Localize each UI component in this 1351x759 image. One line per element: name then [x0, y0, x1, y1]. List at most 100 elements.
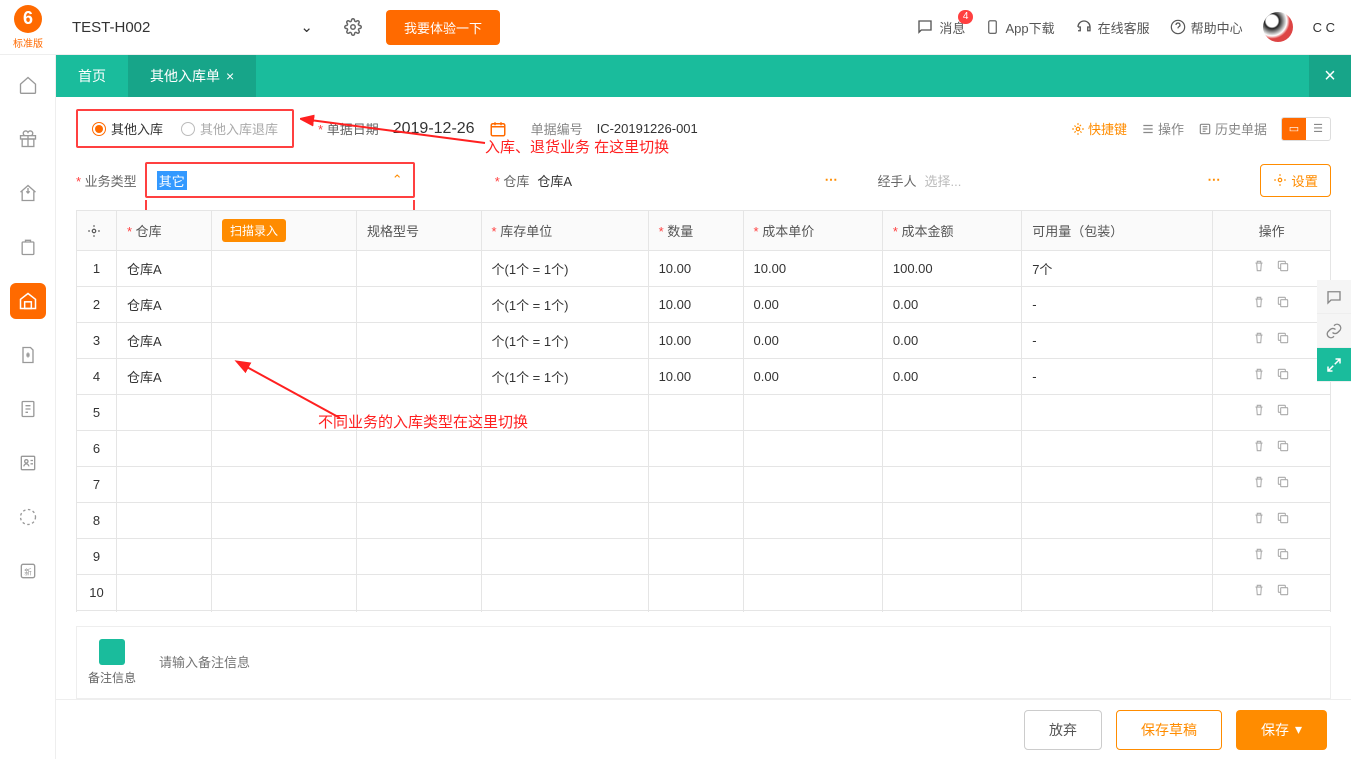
message-icon — [916, 18, 934, 36]
nav-report-icon[interactable] — [10, 391, 46, 427]
copy-icon[interactable] — [1276, 367, 1292, 383]
table-row[interactable]: 4仓库A个(1个 = 1个)10.000.000.00- — [77, 359, 1331, 395]
delete-icon[interactable] — [1252, 295, 1268, 311]
service-link[interactable]: 在线客服 — [1075, 18, 1150, 37]
gear-icon[interactable] — [344, 18, 362, 36]
save-draft-button[interactable]: 保存草稿 — [1116, 710, 1222, 750]
col-price: 成本单价 — [743, 211, 882, 251]
tab-other-inbound[interactable]: 其他入库单 × — [128, 55, 256, 97]
shortcut-link[interactable]: 快捷键 — [1071, 119, 1127, 138]
tab-home[interactable]: 首页 — [56, 55, 128, 97]
table-row[interactable]: 5 — [77, 395, 1331, 431]
col-amount: 成本金额 — [882, 211, 1021, 251]
nav-inventory-icon[interactable] — [10, 283, 46, 319]
nav-home-icon[interactable] — [10, 67, 46, 103]
user-avatar[interactable] — [1263, 12, 1293, 42]
copy-icon[interactable] — [1276, 331, 1292, 347]
message-badge: 4 — [958, 10, 974, 24]
copy-icon[interactable] — [1276, 403, 1292, 419]
rt-link-icon[interactable] — [1317, 314, 1351, 348]
rt-expand-icon[interactable] — [1317, 348, 1351, 382]
handler-select[interactable]: 选择... — [925, 171, 962, 190]
discard-button[interactable]: 放弃 — [1024, 710, 1102, 750]
delete-icon[interactable] — [1252, 547, 1268, 563]
table-row[interactable]: 8 — [77, 503, 1331, 539]
date-value[interactable]: 2019-12-26 — [393, 120, 475, 138]
notes-icon — [99, 639, 125, 665]
logo-icon: 6 — [14, 5, 42, 33]
doc-number-value: IC-20191226-001 — [597, 121, 698, 136]
remarks-input[interactable] — [147, 627, 1330, 698]
left-sidebar: 新 — [0, 55, 56, 759]
right-toolbar — [1317, 280, 1351, 382]
help-link[interactable]: 帮助中心 — [1170, 18, 1243, 37]
nav-settings-icon[interactable] — [10, 499, 46, 535]
table-row[interactable]: 1仓库A个(1个 = 1个)10.0010.00100.007个 — [77, 251, 1331, 287]
copy-icon[interactable] — [1276, 439, 1292, 455]
delete-icon[interactable] — [1252, 583, 1268, 599]
rt-chat-icon[interactable] — [1317, 280, 1351, 314]
copy-icon[interactable] — [1276, 511, 1292, 527]
more-icon[interactable]: ⋯ — [825, 172, 838, 188]
operate-link[interactable]: 操作 — [1141, 119, 1184, 138]
delete-icon[interactable] — [1252, 439, 1268, 455]
delete-icon[interactable] — [1252, 259, 1268, 275]
copy-icon[interactable] — [1276, 295, 1292, 311]
radio-inbound[interactable]: 其他入库 — [92, 119, 163, 138]
save-button[interactable]: 保存 ▾ — [1236, 710, 1327, 750]
company-selector[interactable]: TEST-H002 ⌄ — [72, 18, 332, 36]
col-action: 操作 — [1213, 211, 1331, 251]
table-gear-header[interactable] — [77, 211, 117, 251]
dropdown-option[interactable]: 盘盈 — [147, 200, 413, 210]
radio-return[interactable]: 其他入库退库 — [181, 119, 278, 138]
view-list-button[interactable]: ☰ — [1306, 118, 1330, 140]
table-row[interactable]: 11 — [77, 611, 1331, 613]
trial-button[interactable]: 我要体验一下 — [386, 10, 500, 45]
delete-icon[interactable] — [1252, 331, 1268, 347]
app-download-link[interactable]: App下载 — [985, 18, 1054, 37]
col-avail: 可用量（包装） — [1022, 211, 1213, 251]
delete-icon[interactable] — [1252, 511, 1268, 527]
scan-button[interactable]: 扫描录入 — [222, 219, 286, 242]
nav-contacts-icon[interactable] — [10, 445, 46, 481]
table-row[interactable]: 6 — [77, 431, 1331, 467]
radio-checked-icon — [92, 122, 106, 136]
more-icon[interactable]: ⋯ — [1207, 172, 1220, 188]
calendar-icon[interactable] — [489, 120, 507, 138]
nav-sales-icon[interactable] — [10, 229, 46, 265]
radio-unchecked-icon — [181, 122, 195, 136]
brand-logo: 6 标准版 — [0, 5, 56, 50]
close-icon[interactable]: × — [226, 68, 234, 84]
table-row[interactable]: 9 — [77, 539, 1331, 575]
top-header: 6 标准版 TEST-H002 ⌄ 我要体验一下 消息 4 App下载 在线客服… — [0, 0, 1351, 55]
view-card-button[interactable]: ▭ — [1282, 118, 1306, 140]
copy-icon[interactable] — [1276, 583, 1292, 599]
data-table: 仓库 扫描录入 规格型号 库存单位 数量 成本单价 成本金额 可用量（包装） 操… — [76, 210, 1331, 612]
brand-text: 标准版 — [13, 35, 43, 50]
delete-icon[interactable] — [1252, 475, 1268, 491]
delete-icon[interactable] — [1252, 403, 1268, 419]
nav-finance-icon[interactable] — [10, 337, 46, 373]
biztype-select[interactable]: 其它 ⌃ 盘盈 受赠 其它 组装 拆卸 — [145, 162, 415, 198]
remarks-section: 备注信息 — [76, 626, 1331, 699]
nav-gift-icon[interactable] — [10, 121, 46, 157]
copy-icon[interactable] — [1276, 475, 1292, 491]
nav-purchase-icon[interactable] — [10, 175, 46, 211]
nav-new-icon[interactable]: 新 — [10, 553, 46, 589]
list-icon — [1141, 122, 1155, 136]
delete-icon[interactable] — [1252, 367, 1268, 383]
tab-bar-close-button[interactable]: × — [1309, 55, 1351, 97]
history-link[interactable]: 历史单据 — [1198, 119, 1267, 138]
table-row[interactable]: 7 — [77, 467, 1331, 503]
settings-button[interactable]: 设置 — [1260, 164, 1331, 197]
table-row[interactable]: 2仓库A个(1个 = 1个)10.000.000.00- — [77, 287, 1331, 323]
copy-icon[interactable] — [1276, 259, 1292, 275]
table-row[interactable]: 10 — [77, 575, 1331, 611]
copy-icon[interactable] — [1276, 547, 1292, 563]
warehouse-label: 仓库 — [495, 171, 530, 190]
messages-link[interactable]: 消息 4 — [916, 18, 965, 37]
footer-bar: 放弃 保存草稿 保存 ▾ — [56, 699, 1351, 759]
table-row[interactable]: 3仓库A个(1个 = 1个)10.000.000.00- — [77, 323, 1331, 359]
gear-icon — [1273, 173, 1287, 187]
warehouse-value[interactable]: 仓库A — [537, 171, 572, 190]
